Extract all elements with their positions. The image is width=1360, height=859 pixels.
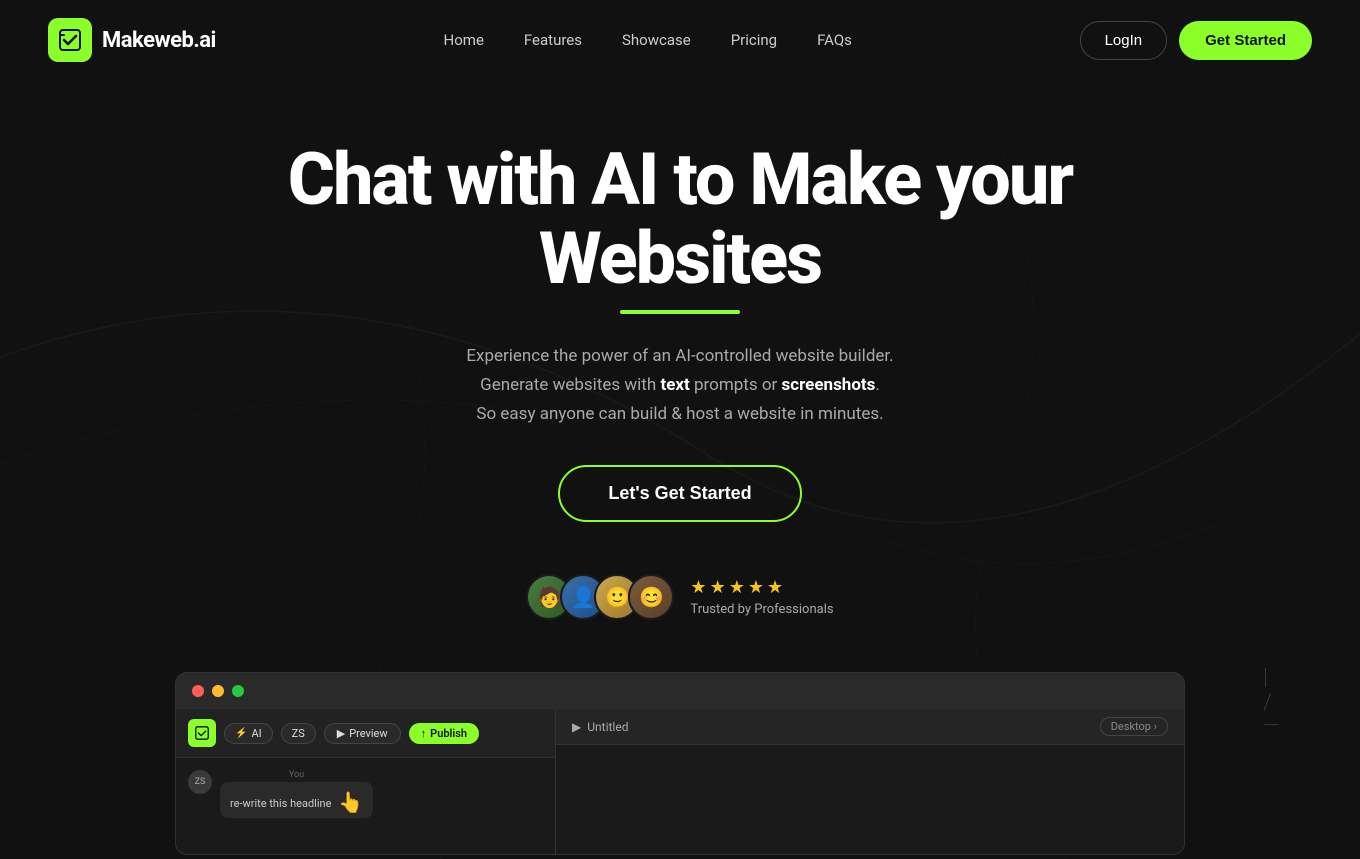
upload-icon: ↑ — [421, 727, 427, 740]
play-icon: ▶ — [337, 727, 345, 740]
preview-title-area: ▶ Untitled — [572, 720, 628, 734]
toolbar-publish-button[interactable]: ↑ Publish — [409, 723, 479, 744]
stars-row: ★ ★ ★ ★ ★ — [690, 577, 833, 598]
navbar: Makeweb.ai Home Features Showcase Pricin… — [0, 0, 1360, 80]
login-button[interactable]: LogIn — [1080, 21, 1168, 60]
subtitle-line3: So easy anyone can build & host a websit… — [476, 404, 883, 424]
nav-features[interactable]: Features — [508, 23, 598, 57]
star-2: ★ — [710, 577, 726, 598]
app-mockup: ⚡ AI ZS ▶ Preview ↑ Publish — [175, 672, 1185, 855]
mockup-right-toolbar: ▶ Untitled Desktop › — [556, 709, 1184, 745]
mockup-titlebar — [176, 673, 1184, 709]
avatar-4: 😊 — [628, 574, 674, 620]
subtitle-line2-start: Generate websites with — [480, 375, 656, 395]
mockup-preview-canvas — [556, 745, 1184, 854]
play-icon-right: ▶ — [572, 720, 581, 734]
nav-showcase[interactable]: Showcase — [606, 23, 707, 57]
dot-yellow — [212, 685, 224, 697]
subtitle-bold-screenshots: screenshots — [782, 375, 876, 395]
star-3: ★ — [729, 577, 745, 598]
lightning-icon: ⚡ — [235, 728, 247, 739]
subtitle-line2-mid: prompts or — [694, 375, 782, 395]
nav-links: Home Features Showcase Pricing FAQs — [428, 23, 868, 57]
nav-faqs[interactable]: FAQs — [801, 23, 868, 57]
star-1: ★ — [690, 577, 706, 598]
nav-home[interactable]: Home — [428, 23, 500, 57]
hero-subtitle: Experience the power of an AI-controlled… — [466, 342, 893, 429]
chat-user-label: You — [220, 770, 373, 780]
mockup-content: ⚡ AI ZS ▶ Preview ↑ Publish — [176, 709, 1184, 854]
toolbar-logo — [188, 719, 216, 747]
mockup-toolbar: ⚡ AI ZS ▶ Preview ↑ Publish — [176, 709, 555, 758]
mockup-chat-area: ZS You re-write this headline 👆 — [176, 758, 555, 830]
cursor-hand-icon: 👆 — [338, 790, 363, 814]
chat-message-item: ZS You re-write this headline 👆 — [188, 770, 543, 818]
hero-section: Chat with AI to Make your Websites Exper… — [0, 80, 1360, 855]
star-4: ★ — [748, 577, 764, 598]
toolbar-preview-button[interactable]: ▶ Preview — [324, 723, 401, 744]
avatars-group: 🧑 👤 🙂 😊 — [526, 574, 674, 620]
hero-underline — [620, 310, 740, 314]
hero-title: Chat with AI to Make your Websites — [230, 140, 1130, 298]
get-started-button[interactable]: Get Started — [1179, 21, 1312, 60]
nav-actions: LogIn Get Started — [1080, 21, 1312, 60]
social-proof: 🧑 👤 🙂 😊 ★ ★ ★ ★ ★ Trusted by Professiona… — [526, 574, 833, 620]
subtitle-bold-text: text — [660, 375, 689, 395]
mockup-right-panel: ▶ Untitled Desktop › — [556, 709, 1184, 854]
dot-green — [232, 685, 244, 697]
subtitle-line1: Experience the power of an AI-controlled… — [466, 346, 893, 366]
dot-red — [192, 685, 204, 697]
stars-area: ★ ★ ★ ★ ★ Trusted by Professionals — [690, 577, 833, 617]
chevron-right-icon: › — [1154, 720, 1157, 733]
mockup-left-panel: ⚡ AI ZS ▶ Preview ↑ Publish — [176, 709, 556, 854]
logo-icon — [48, 18, 92, 62]
trusted-text: Trusted by Professionals — [690, 602, 833, 617]
chat-bubble: re-write this headline 👆 — [220, 782, 373, 818]
toolbar-zs-badge: ZS — [281, 723, 316, 744]
logo[interactable]: Makeweb.ai — [48, 18, 216, 62]
chat-user-avatar: ZS — [188, 770, 212, 794]
desktop-badge: Desktop › — [1100, 717, 1168, 736]
nav-pricing[interactable]: Pricing — [715, 23, 793, 57]
star-5: ★ — [767, 577, 783, 598]
toolbar-ai-badge: ⚡ AI — [224, 723, 273, 744]
hero-cta-button[interactable]: Let's Get Started — [558, 465, 801, 522]
logo-text: Makeweb.ai — [102, 28, 216, 53]
